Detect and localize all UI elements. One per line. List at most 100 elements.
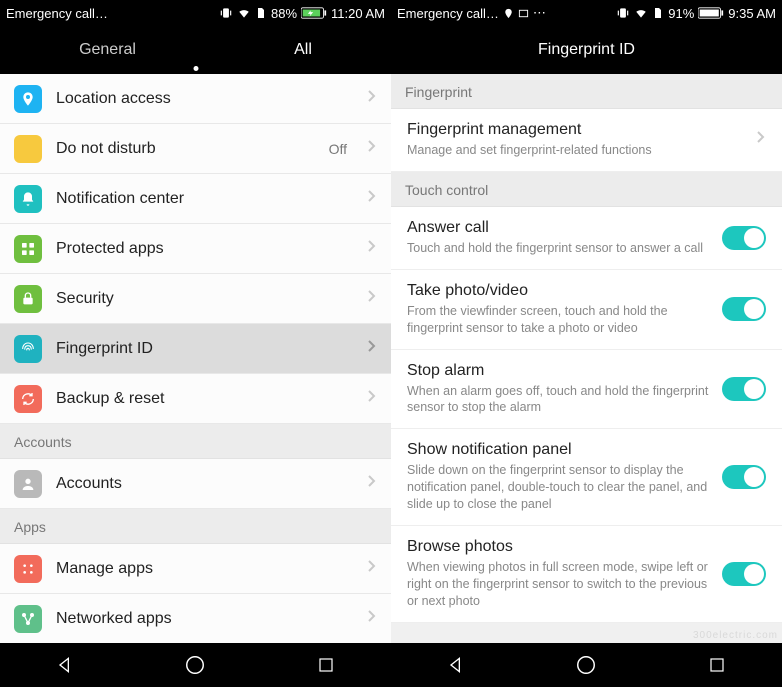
- status-time: 9:35 AM: [728, 6, 776, 21]
- card-icon: [518, 8, 529, 19]
- section-header-apps: Apps: [0, 509, 391, 544]
- battery-icon: [301, 6, 327, 20]
- row-value: Off: [329, 141, 347, 157]
- row-label: Notification center: [56, 190, 353, 208]
- battery-pct: 88%: [271, 6, 297, 21]
- battery-pct: 91%: [668, 6, 694, 21]
- row-label: Backup & reset: [56, 390, 353, 408]
- row-subtitle: From the viewfinder screen, touch and ho…: [407, 303, 710, 337]
- chevron-right-icon: [367, 609, 377, 628]
- toggle-stop-alarm[interactable]: [722, 377, 766, 401]
- network-icon: [14, 605, 42, 633]
- refresh-icon: [14, 385, 42, 413]
- nav-back-button[interactable]: [426, 643, 486, 687]
- fingerprint-list[interactable]: Fingerprint Fingerprint management Manag…: [391, 74, 782, 643]
- location-status-icon: [503, 8, 514, 19]
- row-subtitle: When an alarm goes off, touch and hold t…: [407, 383, 710, 417]
- row-notification-center[interactable]: Notification center: [0, 174, 391, 224]
- chevron-right-icon: [367, 239, 377, 258]
- row-accounts[interactable]: Accounts: [0, 459, 391, 509]
- row-answer-call[interactable]: Answer call Touch and hold the fingerpri…: [391, 207, 782, 270]
- chevron-right-icon: [367, 139, 377, 158]
- page-title: Fingerprint ID: [538, 41, 635, 59]
- row-title: Stop alarm: [407, 362, 710, 380]
- toggle-browse-photos[interactable]: [722, 562, 766, 586]
- status-bar: Emergency call… ⋯ 91% 9:35 AM: [391, 0, 782, 26]
- status-bar: Emergency call… 88% 11:20 AM: [0, 0, 391, 26]
- row-fingerprint-id[interactable]: Fingerprint ID: [0, 324, 391, 374]
- nav-recent-button[interactable]: [687, 643, 747, 687]
- bell-icon: [14, 185, 42, 213]
- row-label: Location access: [56, 90, 353, 108]
- row-location-access[interactable]: Location access: [0, 74, 391, 124]
- nav-home-button[interactable]: [165, 643, 225, 687]
- tab-all[interactable]: All: [294, 29, 312, 71]
- row-title: Answer call: [407, 219, 710, 237]
- toggle-take-photo[interactable]: [722, 297, 766, 321]
- row-take-photo[interactable]: Take photo/video From the viewfinder scr…: [391, 270, 782, 350]
- tab-bar: General All: [0, 26, 391, 74]
- navigation-bar: [0, 643, 391, 687]
- row-do-not-disturb[interactable]: Do not disturb Off: [0, 124, 391, 174]
- settings-list[interactable]: Location access Do not disturb Off Notif…: [0, 74, 391, 643]
- chevron-right-icon: [367, 289, 377, 308]
- row-label: Do not disturb: [56, 140, 315, 158]
- row-subtitle: Touch and hold the fingerprint sensor to…: [407, 240, 710, 257]
- vibrate-icon: [219, 6, 233, 20]
- row-networked-apps[interactable]: Networked apps: [0, 594, 391, 643]
- tab-general[interactable]: General: [79, 29, 136, 71]
- row-subtitle: When viewing photos in full screen mode,…: [407, 559, 710, 610]
- row-stop-alarm[interactable]: Stop alarm When an alarm goes off, touch…: [391, 350, 782, 430]
- row-protected-apps[interactable]: Protected apps: [0, 224, 391, 274]
- screen-header: Fingerprint ID: [391, 26, 782, 74]
- row-label: Manage apps: [56, 560, 353, 578]
- lock-icon: [14, 285, 42, 313]
- row-label: Networked apps: [56, 610, 353, 628]
- status-time: 11:20 AM: [331, 6, 385, 21]
- wifi-icon: [237, 6, 251, 20]
- row-label: Security: [56, 290, 353, 308]
- status-title: Emergency call…: [397, 6, 499, 21]
- nav-home-button[interactable]: [556, 643, 616, 687]
- more-icon: ⋯: [533, 5, 547, 21]
- fingerprint-icon: [14, 335, 42, 363]
- nav-back-button[interactable]: [35, 643, 95, 687]
- chevron-right-icon: [367, 339, 377, 358]
- row-title: Show notification panel: [407, 441, 710, 459]
- row-label: Protected apps: [56, 240, 353, 258]
- row-manage-apps[interactable]: Manage apps: [0, 544, 391, 594]
- row-title: Take photo/video: [407, 282, 710, 300]
- person-icon: [14, 470, 42, 498]
- toggle-answer-call[interactable]: [722, 226, 766, 250]
- row-subtitle: Manage and set fingerprint-related funct…: [407, 142, 744, 159]
- row-subtitle: Slide down on the fingerprint sensor to …: [407, 462, 710, 513]
- location-icon: [14, 85, 42, 113]
- moon-icon: [14, 135, 42, 163]
- row-fingerprint-management[interactable]: Fingerprint management Manage and set fi…: [391, 109, 782, 172]
- chevron-right-icon: [367, 474, 377, 493]
- settings-screen: Emergency call… 88% 11:20 AM General All…: [0, 0, 391, 687]
- chevron-right-icon: [756, 130, 766, 149]
- row-backup-reset[interactable]: Backup & reset: [0, 374, 391, 424]
- chevron-right-icon: [367, 89, 377, 108]
- battery-icon: [698, 6, 724, 20]
- nav-recent-button[interactable]: [296, 643, 356, 687]
- sim-icon: [652, 6, 664, 20]
- section-header-fingerprint: Fingerprint: [391, 74, 782, 109]
- toggle-notification-panel[interactable]: [722, 465, 766, 489]
- status-title: Emergency call…: [6, 6, 108, 21]
- sim-icon: [255, 6, 267, 20]
- apps-icon: [14, 555, 42, 583]
- row-security[interactable]: Security: [0, 274, 391, 324]
- chevron-right-icon: [367, 189, 377, 208]
- section-header-touch-control: Touch control: [391, 172, 782, 207]
- row-show-notification-panel[interactable]: Show notification panel Slide down on th…: [391, 429, 782, 526]
- row-browse-photos[interactable]: Browse photos When viewing photos in ful…: [391, 526, 782, 623]
- chevron-right-icon: [367, 559, 377, 578]
- row-title: Fingerprint management: [407, 121, 744, 139]
- row-label: Accounts: [56, 475, 353, 493]
- vibrate-icon: [616, 6, 630, 20]
- tab-indicator-icon: [193, 66, 198, 71]
- section-header-accounts: Accounts: [0, 424, 391, 459]
- fingerprint-screen: Emergency call… ⋯ 91% 9:35 AM Fingerprin…: [391, 0, 782, 687]
